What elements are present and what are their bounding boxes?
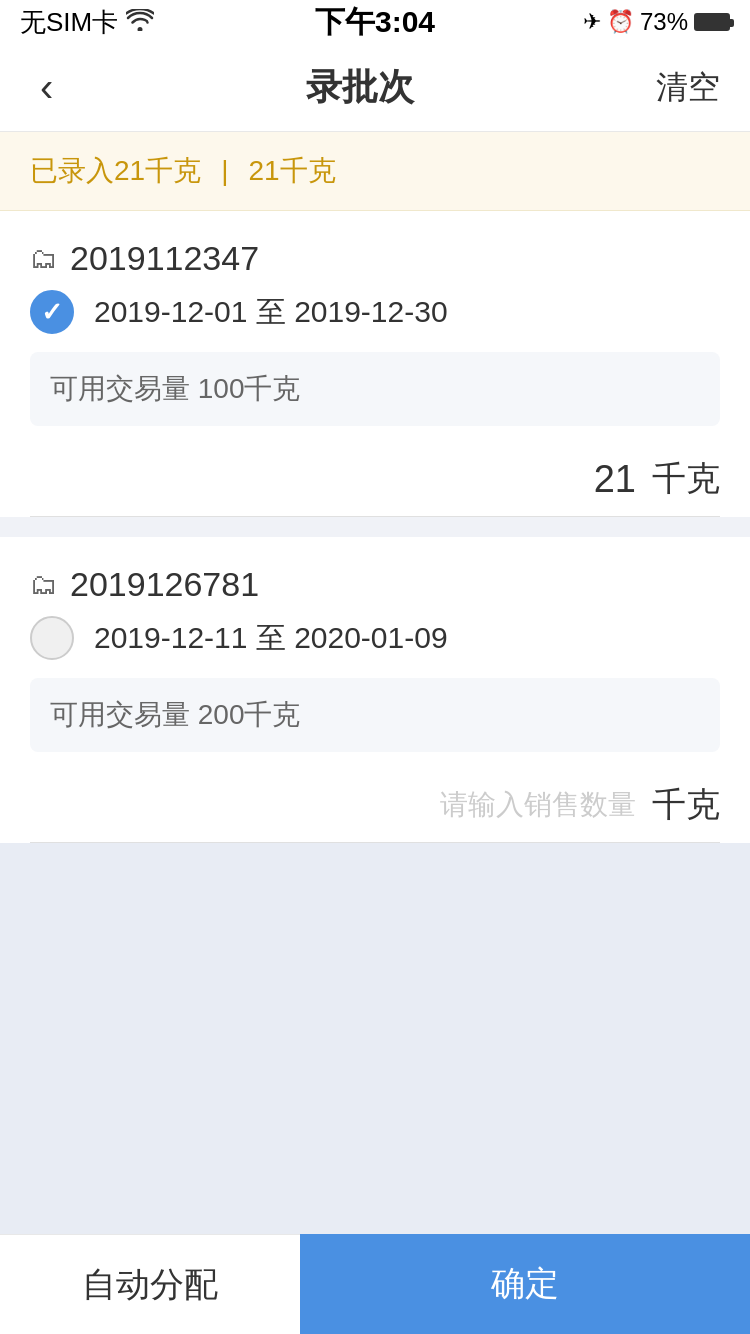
status-right: ✈ ⏰ 73% [583,8,730,36]
auto-distribute-button[interactable]: 自动分配 [0,1234,300,1334]
sim-text: 无SIM卡 [20,5,118,40]
batch-2-container: 🗂 2019126781 ✓ 2019-12-11 至 2020-01-09 可… [0,537,750,843]
wifi-icon [126,7,154,38]
batch-2-header: 🗂 2019126781 [30,565,720,604]
page-content: 已录入21千克 | 21千克 🗂 2019112347 ✓ 2019-12-01… [0,132,750,1334]
batch-2-available-qty: 可用交易量 200千克 [30,678,720,752]
batch-1-unit: 千克 [652,456,720,502]
status-bar: 无SIM卡 下午3:04 ✈ ⏰ 73% [0,0,750,44]
batch-1-input-line: 21 千克 [30,456,720,516]
batch-2-icon: 🗂 [30,568,58,601]
battery-text: 73% [640,8,688,36]
bottom-bar: 自动分配 确定 [0,1234,750,1334]
confirm-button[interactable]: 确定 [300,1234,750,1334]
batch-2-unit: 千克 [652,782,720,828]
nav-bar: ‹ 录批次 清空 [0,44,750,132]
batch-1-row: ✓ 2019-12-01 至 2019-12-30 [30,290,720,334]
battery-icon [694,13,730,31]
batch-2-row: ✓ 2019-12-11 至 2020-01-09 [30,616,720,660]
batch-1-radio[interactable]: ✓ [30,290,74,334]
batch-2-date: 2019-12-11 至 2020-01-09 [94,618,448,659]
batch-1-header: 🗂 2019112347 [30,239,720,278]
batch-2-radio[interactable]: ✓ [30,616,74,660]
summary-total: 21千克 [248,152,335,190]
batch-1-available-qty: 可用交易量 100千克 [30,352,720,426]
batch-1-container: 🗂 2019112347 ✓ 2019-12-01 至 2019-12-30 可… [0,211,750,517]
batch-1-qty-value: 21 [594,458,636,501]
batch-2-id: 2019126781 [70,565,259,604]
batch-divider [0,517,750,537]
summary-entered: 已录入21千克 [30,152,201,190]
batch-2-item: 🗂 2019126781 ✓ 2019-12-11 至 2020-01-09 可… [0,537,750,752]
batch-2-input-section: 千克 [0,772,750,843]
batch-1-id: 2019112347 [70,239,259,278]
summary-divider: | [221,155,228,187]
page-title: 录批次 [306,63,414,112]
status-left: 无SIM卡 [20,5,154,40]
batch-1-icon: 🗂 [30,242,58,275]
status-time: 下午3:04 [315,2,435,43]
batch-1-item: 🗂 2019112347 ✓ 2019-12-01 至 2019-12-30 可… [0,211,750,426]
back-button[interactable]: ‹ [30,55,63,120]
batch-1-input-section: 21 千克 [0,446,750,517]
batch-1-date: 2019-12-01 至 2019-12-30 [94,292,448,333]
batch-2-qty-input[interactable] [356,789,636,821]
summary-banner: 已录入21千克 | 21千克 [0,132,750,211]
alarm-icon: ⏰ [607,9,634,35]
batch-2-input-line: 千克 [30,782,720,842]
check-icon: ✓ [41,297,63,328]
clear-button[interactable]: 清空 [656,66,720,110]
location-icon: ✈ [583,9,601,35]
